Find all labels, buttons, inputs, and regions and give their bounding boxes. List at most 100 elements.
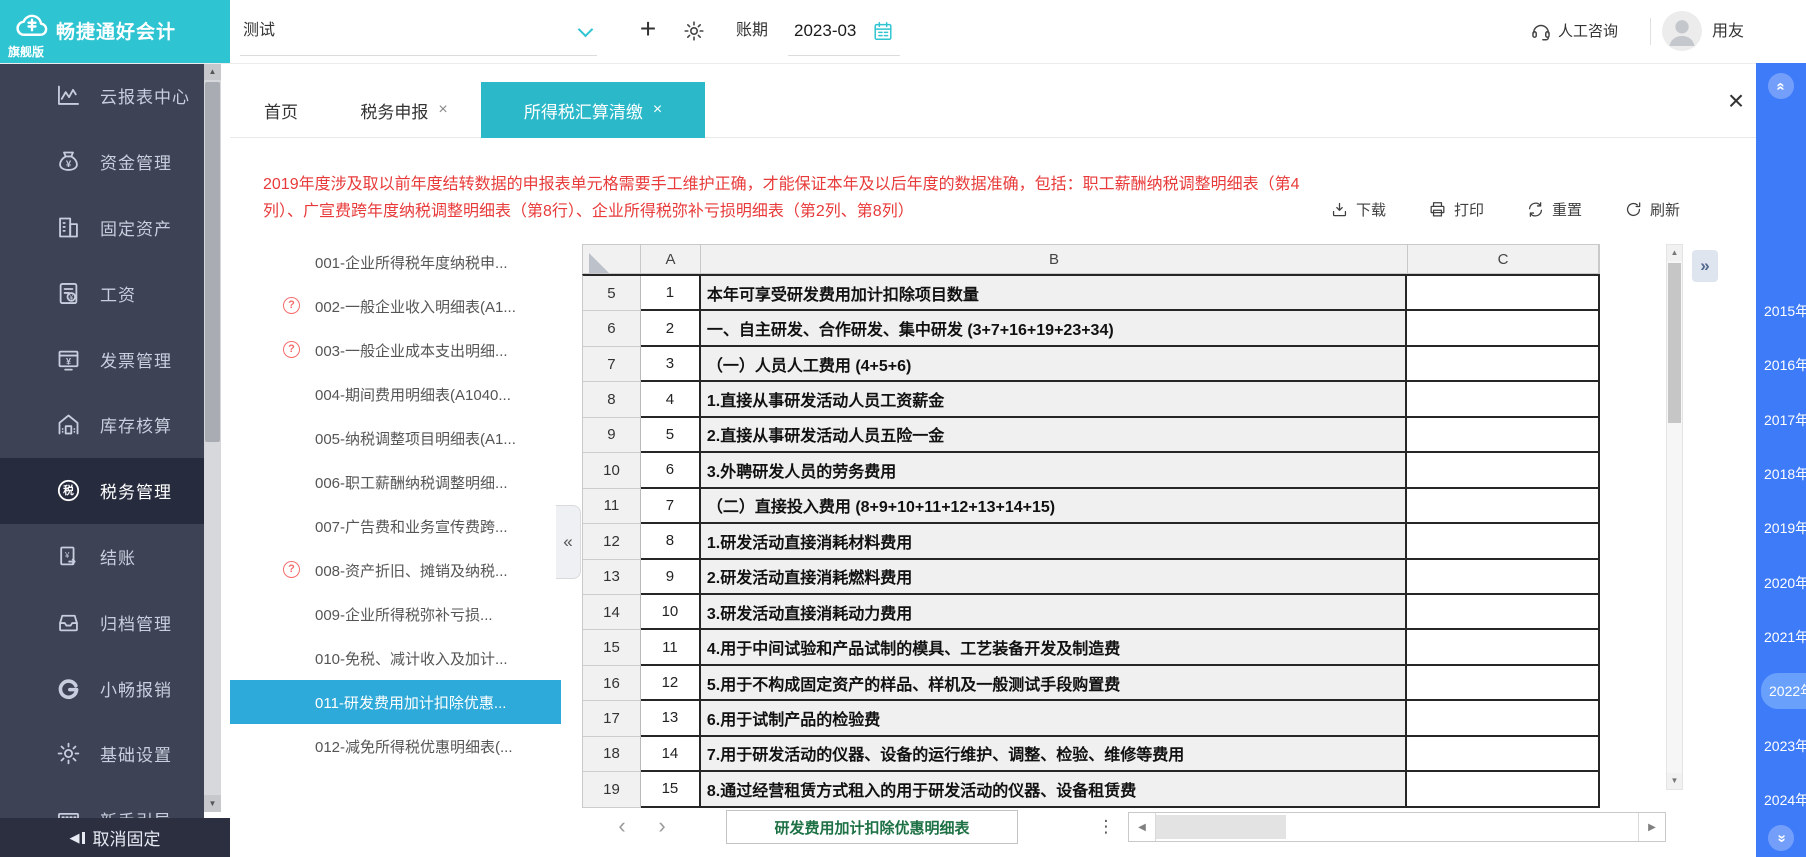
form-list-item[interactable]: 001-企业所得税年度纳税申... — [230, 240, 561, 284]
cell-b[interactable]: 2.研发活动直接消耗燃料费用 — [700, 559, 1408, 595]
cell-c[interactable] — [1407, 701, 1600, 737]
cell-b[interactable]: 3.外聘研发人员的劳务费用 — [700, 453, 1408, 489]
row-header[interactable]: 14 — [583, 594, 641, 631]
cell-a[interactable]: 13 — [640, 701, 701, 737]
settings-gear-icon[interactable] — [682, 19, 706, 43]
cell-a[interactable]: 4 — [640, 382, 701, 418]
row-header[interactable]: 5 — [583, 276, 641, 312]
print-button[interactable]: 打印 — [1428, 199, 1484, 220]
year-item[interactable]: 2017年 — [1756, 393, 1806, 447]
form-list-item[interactable]: 012-减免所得税优惠明细表(... — [230, 724, 561, 768]
scroll-right-icon[interactable]: ▶ — [1638, 813, 1665, 841]
cell-c[interactable] — [1407, 524, 1600, 560]
row-header[interactable]: 8 — [583, 382, 641, 418]
year-item[interactable]: 2019年 — [1756, 501, 1806, 555]
sidebar-item[interactable]: 固定资产 — [0, 195, 204, 261]
cell-c[interactable] — [1407, 772, 1600, 808]
cell-b[interactable]: 1.直接从事研发活动人员工资薪金 — [700, 382, 1408, 418]
collapse-panel-handle[interactable]: « — [556, 505, 581, 579]
cell-a[interactable]: 10 — [640, 594, 701, 631]
cell-c[interactable] — [1407, 276, 1600, 312]
next-sheet-button[interactable]: › — [648, 806, 676, 846]
cell-b[interactable]: 本年可享受研发费用加计扣除项目数量 — [700, 276, 1408, 312]
tab-1[interactable]: 首页 — [245, 82, 317, 138]
form-list-item[interactable]: 009-企业所得税弥补亏损... — [230, 592, 561, 636]
more-options-icon[interactable]: ⋮ — [1096, 812, 1116, 842]
help-icon[interactable]: ? — [283, 297, 300, 314]
period-value[interactable]: 2023-03 — [794, 0, 856, 62]
form-list-item[interactable]: 011-研发费用加计扣除优惠... — [230, 680, 561, 724]
sidebar-item[interactable]: 归档管理 — [0, 589, 204, 655]
calendar-icon[interactable] — [872, 20, 894, 42]
row-header[interactable]: 11 — [583, 488, 641, 525]
row-header[interactable]: 18 — [583, 736, 641, 773]
help-icon[interactable]: ? — [283, 341, 300, 358]
column-header-b[interactable]: B — [701, 245, 1408, 273]
row-header[interactable]: 9 — [583, 417, 641, 454]
reset-button[interactable]: 重置 — [1526, 199, 1582, 220]
scroll-years-down-button[interactable]: « — [1768, 825, 1794, 851]
year-item[interactable]: 2023年 — [1756, 718, 1806, 772]
row-header[interactable]: 16 — [583, 665, 641, 702]
cell-c[interactable] — [1407, 594, 1600, 631]
form-list-item[interactable]: 007-广告费和业务宣传费跨... — [230, 504, 561, 548]
sheet-scrollbar-thumb[interactable] — [1668, 263, 1681, 423]
sidebar-item[interactable]: ¥ 结账 — [0, 524, 204, 590]
year-item[interactable]: 2024年 — [1756, 773, 1806, 827]
cell-a[interactable]: 5 — [640, 417, 701, 454]
hscrollbar-thumb[interactable] — [1156, 815, 1286, 839]
cell-c[interactable] — [1407, 382, 1600, 418]
sidebar-item[interactable]: 小畅报销 — [0, 655, 204, 721]
user-name[interactable]: 用友 — [1712, 0, 1744, 63]
avatar[interactable] — [1662, 11, 1702, 51]
form-list-item[interactable]: 005-纳税调整项目明细表(A1... — [230, 416, 561, 460]
column-header-a[interactable]: A — [641, 245, 701, 273]
cell-c[interactable] — [1407, 311, 1600, 347]
add-account-set-button[interactable]: + — [632, 13, 664, 45]
sidebar-item[interactable]: 云报表中心 — [0, 63, 204, 129]
cell-a[interactable]: 8 — [640, 524, 701, 560]
row-header[interactable]: 12 — [583, 524, 641, 560]
cell-a[interactable]: 1 — [640, 276, 701, 312]
cell-b[interactable]: 3.研发活动直接消耗动力费用 — [700, 594, 1408, 631]
support-link[interactable]: 人工咨询 — [1558, 0, 1618, 63]
sidebar-item[interactable]: ¥ 资金管理 — [0, 129, 204, 195]
cell-c[interactable] — [1407, 665, 1600, 702]
form-list-item[interactable]: 010-免税、减计收入及加计... — [230, 636, 561, 680]
sheet-tab[interactable]: 研发费用加计扣除优惠明细表 — [726, 810, 1018, 844]
cell-a[interactable]: 3 — [640, 346, 701, 383]
scroll-down-icon[interactable]: ▼ — [1667, 773, 1682, 789]
scroll-up-icon[interactable]: ▲ — [204, 63, 221, 80]
row-header[interactable]: 7 — [583, 346, 641, 383]
close-workspace-button[interactable]: × — [1718, 84, 1754, 120]
tab-3[interactable]: 所得税汇算清缴 × — [481, 82, 705, 138]
scroll-down-icon[interactable]: ▼ — [204, 795, 221, 812]
cell-c[interactable] — [1407, 417, 1600, 454]
cell-a[interactable]: 14 — [640, 736, 701, 773]
close-tab-icon[interactable]: × — [653, 101, 662, 119]
year-item[interactable]: 2016年 — [1756, 338, 1806, 392]
cell-b[interactable]: 4.用于中间试验和产品试制的模具、工艺装备开发及制造费 — [700, 630, 1408, 666]
form-list-item[interactable]: ? 008-资产折旧、摊销及纳税... — [230, 548, 561, 592]
cell-b[interactable]: （一）人员人工费用 (4+5+6) — [700, 346, 1408, 383]
tab-2[interactable]: 税务申报 × — [338, 82, 470, 138]
row-header[interactable]: 17 — [583, 701, 641, 737]
row-header[interactable]: 19 — [583, 772, 641, 808]
download-button[interactable]: 下载 — [1330, 199, 1386, 220]
sidebar-item[interactable]: ¥ 发票管理 — [0, 326, 204, 392]
select-all-corner[interactable] — [583, 245, 641, 273]
cell-b[interactable]: 7.用于研发活动的仪器、设备的运行维护、调整、检验、维修等费用 — [700, 736, 1408, 773]
unpin-sidebar-button[interactable]: ◀ 取消固定 — [0, 818, 230, 857]
sidebar-item[interactable]: 税 税务管理 — [0, 457, 204, 524]
sidebar-item[interactable]: 库存核算 — [0, 392, 204, 458]
form-list-item[interactable]: ? 003-一般企业成本支出明细... — [230, 328, 561, 372]
cell-c[interactable] — [1407, 630, 1600, 666]
year-item[interactable]: 2021年 — [1756, 610, 1806, 664]
sheet-horizontal-scrollbar[interactable]: ◀ ▶ — [1128, 812, 1666, 842]
cell-b[interactable]: 2.直接从事研发活动人员五险一金 — [700, 417, 1408, 454]
sidebar-item[interactable]: ¥ 工资 — [0, 260, 204, 326]
row-header[interactable]: 15 — [583, 630, 641, 666]
cell-b[interactable]: 5.用于不构成固定资产的样品、样机及一般测试手段购置费 — [700, 665, 1408, 702]
row-header[interactable]: 10 — [583, 453, 641, 489]
refresh-button[interactable]: 刷新 — [1624, 199, 1680, 220]
